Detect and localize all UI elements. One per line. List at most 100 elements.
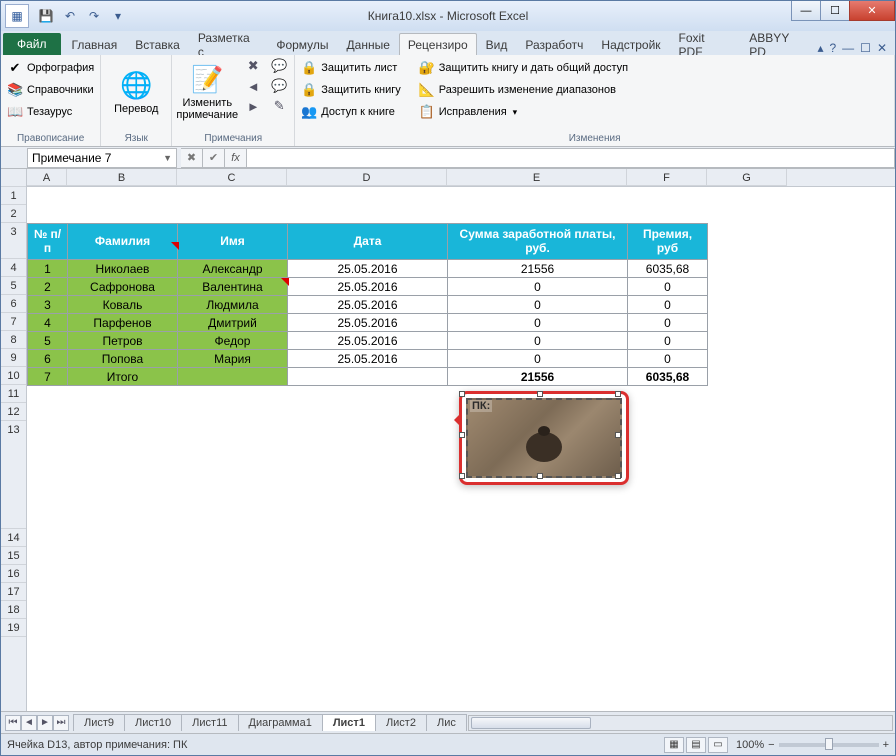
table-cell[interactable]: 25.05.2016	[288, 314, 448, 332]
table-cell[interactable]: 0	[628, 332, 708, 350]
row-header[interactable]: 13	[1, 421, 26, 529]
sheet-tab[interactable]: Лист11	[181, 714, 238, 731]
minimize-button[interactable]: —	[791, 1, 821, 21]
system-menu-icon[interactable]: ▦	[5, 4, 29, 28]
table-cell[interactable]: Парфенов	[68, 314, 178, 332]
page-layout-view-icon[interactable]: ▤	[686, 737, 706, 753]
sheet-tab[interactable]: Лист10	[124, 714, 182, 731]
sheet-tab[interactable]: Лист2	[375, 714, 427, 731]
thesaurus-button[interactable]: 📖Тезаурус	[7, 101, 94, 123]
row-header[interactable]: 14	[1, 529, 26, 547]
fx-icon[interactable]: fx	[225, 148, 247, 168]
ribbon-tab-10[interactable]: ABBYY PD	[740, 33, 817, 55]
resize-handle[interactable]	[537, 473, 543, 479]
resize-handle[interactable]	[459, 473, 465, 479]
ribbon-tab-2[interactable]: Разметка с	[189, 33, 268, 55]
table-cell[interactable]: Федор	[178, 332, 288, 350]
delete-comment-icon[interactable]: ✖	[244, 57, 262, 75]
table-cell[interactable]: 2	[28, 278, 68, 296]
row-header[interactable]: 10	[1, 367, 26, 385]
row-header[interactable]: 3	[1, 223, 26, 259]
table-cell[interactable]: Итого	[68, 368, 178, 386]
sheet-tab[interactable]: Лист1	[322, 714, 376, 731]
table-cell[interactable]: 25.05.2016	[288, 260, 448, 278]
resize-handle[interactable]	[615, 391, 621, 397]
row-header[interactable]: 11	[1, 385, 26, 403]
mdi-restore-icon[interactable]: ☐	[860, 41, 871, 55]
table-header-cell[interactable]: Дата	[288, 224, 448, 260]
table-header-cell[interactable]: Сумма заработной платы, руб.	[448, 224, 628, 260]
column-header[interactable]: A	[27, 169, 67, 186]
ribbon-tab-7[interactable]: Разработч	[516, 33, 592, 55]
table-cell[interactable]: Мария	[178, 350, 288, 368]
row-header[interactable]: 16	[1, 565, 26, 583]
select-all-corner[interactable]	[1, 169, 26, 187]
column-header[interactable]: G	[707, 169, 787, 186]
table-cell[interactable]: 21556	[448, 368, 628, 386]
row-header[interactable]: 6	[1, 295, 26, 313]
row-header[interactable]: 5	[1, 277, 26, 295]
next-comment-icon[interactable]: ►	[244, 97, 262, 115]
horizontal-scrollbar[interactable]	[468, 715, 893, 731]
zoom-slider[interactable]	[779, 743, 879, 747]
ribbon-tab-5[interactable]: Рецензиро	[399, 33, 477, 55]
ribbon-tab-3[interactable]: Формулы	[267, 33, 337, 55]
spelling-button[interactable]: ✔Орфография	[7, 57, 94, 79]
table-cell[interactable]: Николаев	[68, 260, 178, 278]
show-comment-icon[interactable]: 💬	[270, 57, 288, 75]
page-break-view-icon[interactable]: ▭	[708, 737, 728, 753]
close-button[interactable]: ✕	[849, 1, 895, 21]
row-header[interactable]: 2	[1, 205, 26, 223]
row-header[interactable]: 4	[1, 259, 26, 277]
ribbon-tab-6[interactable]: Вид	[477, 33, 517, 55]
file-tab[interactable]: Файл	[3, 33, 61, 55]
row-header[interactable]: 18	[1, 601, 26, 619]
table-cell[interactable]: 25.05.2016	[288, 350, 448, 368]
name-box-dropdown-icon[interactable]: ▼	[163, 153, 172, 163]
table-cell[interactable]: Александр	[178, 260, 288, 278]
column-header[interactable]: C	[177, 169, 287, 186]
ribbon-tab-9[interactable]: Foxit PDF	[670, 33, 741, 55]
table-cell[interactable]	[178, 368, 288, 386]
ribbon-tab-1[interactable]: Вставка	[126, 33, 189, 55]
column-header[interactable]: D	[287, 169, 447, 186]
prev-comment-icon[interactable]: ◄	[244, 77, 262, 95]
first-sheet-icon[interactable]: ⏮	[5, 715, 21, 731]
row-header[interactable]: 9	[1, 349, 26, 367]
table-header-cell[interactable]: Имя	[178, 224, 288, 260]
row-header[interactable]: 12	[1, 403, 26, 421]
ribbon-tab-0[interactable]: Главная	[63, 33, 127, 55]
resize-handle[interactable]	[459, 432, 465, 438]
save-icon[interactable]: 💾	[35, 5, 57, 27]
track-changes-button[interactable]: 📋Исправления▾	[419, 101, 628, 123]
table-cell[interactable]: 4	[28, 314, 68, 332]
protect-and-share-button[interactable]: 🔐Защитить книгу и дать общий доступ	[419, 57, 628, 79]
maximize-button[interactable]: ☐	[820, 1, 850, 21]
prev-sheet-icon[interactable]: ◄	[21, 715, 37, 731]
table-cell[interactable]: 25.05.2016	[288, 296, 448, 314]
table-cell[interactable]: 0	[448, 332, 628, 350]
resize-handle[interactable]	[615, 432, 621, 438]
table-cell[interactable]: 0	[448, 296, 628, 314]
row-header[interactable]: 15	[1, 547, 26, 565]
table-cell[interactable]: 7	[28, 368, 68, 386]
column-header[interactable]: F	[627, 169, 707, 186]
normal-view-icon[interactable]: ▦	[664, 737, 684, 753]
qat-dropdown-icon[interactable]: ▾	[107, 5, 129, 27]
enter-formula-icon[interactable]: ✔	[203, 148, 225, 168]
table-cell[interactable]: Валентина	[178, 278, 288, 296]
cells-area[interactable]: № п/пФамилияИмяДатаСумма заработной плат…	[27, 187, 895, 687]
row-header[interactable]: 1	[1, 187, 26, 205]
table-header-cell[interactable]: № п/п	[28, 224, 68, 260]
table-cell[interactable]: 21556	[448, 260, 628, 278]
table-cell[interactable]: 3	[28, 296, 68, 314]
table-cell[interactable]: 0	[628, 350, 708, 368]
resize-handle[interactable]	[459, 391, 465, 397]
zoom-level[interactable]: 100%	[736, 739, 764, 751]
reference-button[interactable]: 📚Справочники	[7, 79, 94, 101]
table-cell[interactable]: 25.05.2016	[288, 278, 448, 296]
protect-sheet-button[interactable]: 🔒Защитить лист	[301, 57, 401, 79]
sheet-tab[interactable]: Диаграмма1	[238, 714, 323, 731]
translate-button[interactable]: 🌐Перевод	[107, 57, 165, 127]
undo-icon[interactable]: ↶	[59, 5, 81, 27]
